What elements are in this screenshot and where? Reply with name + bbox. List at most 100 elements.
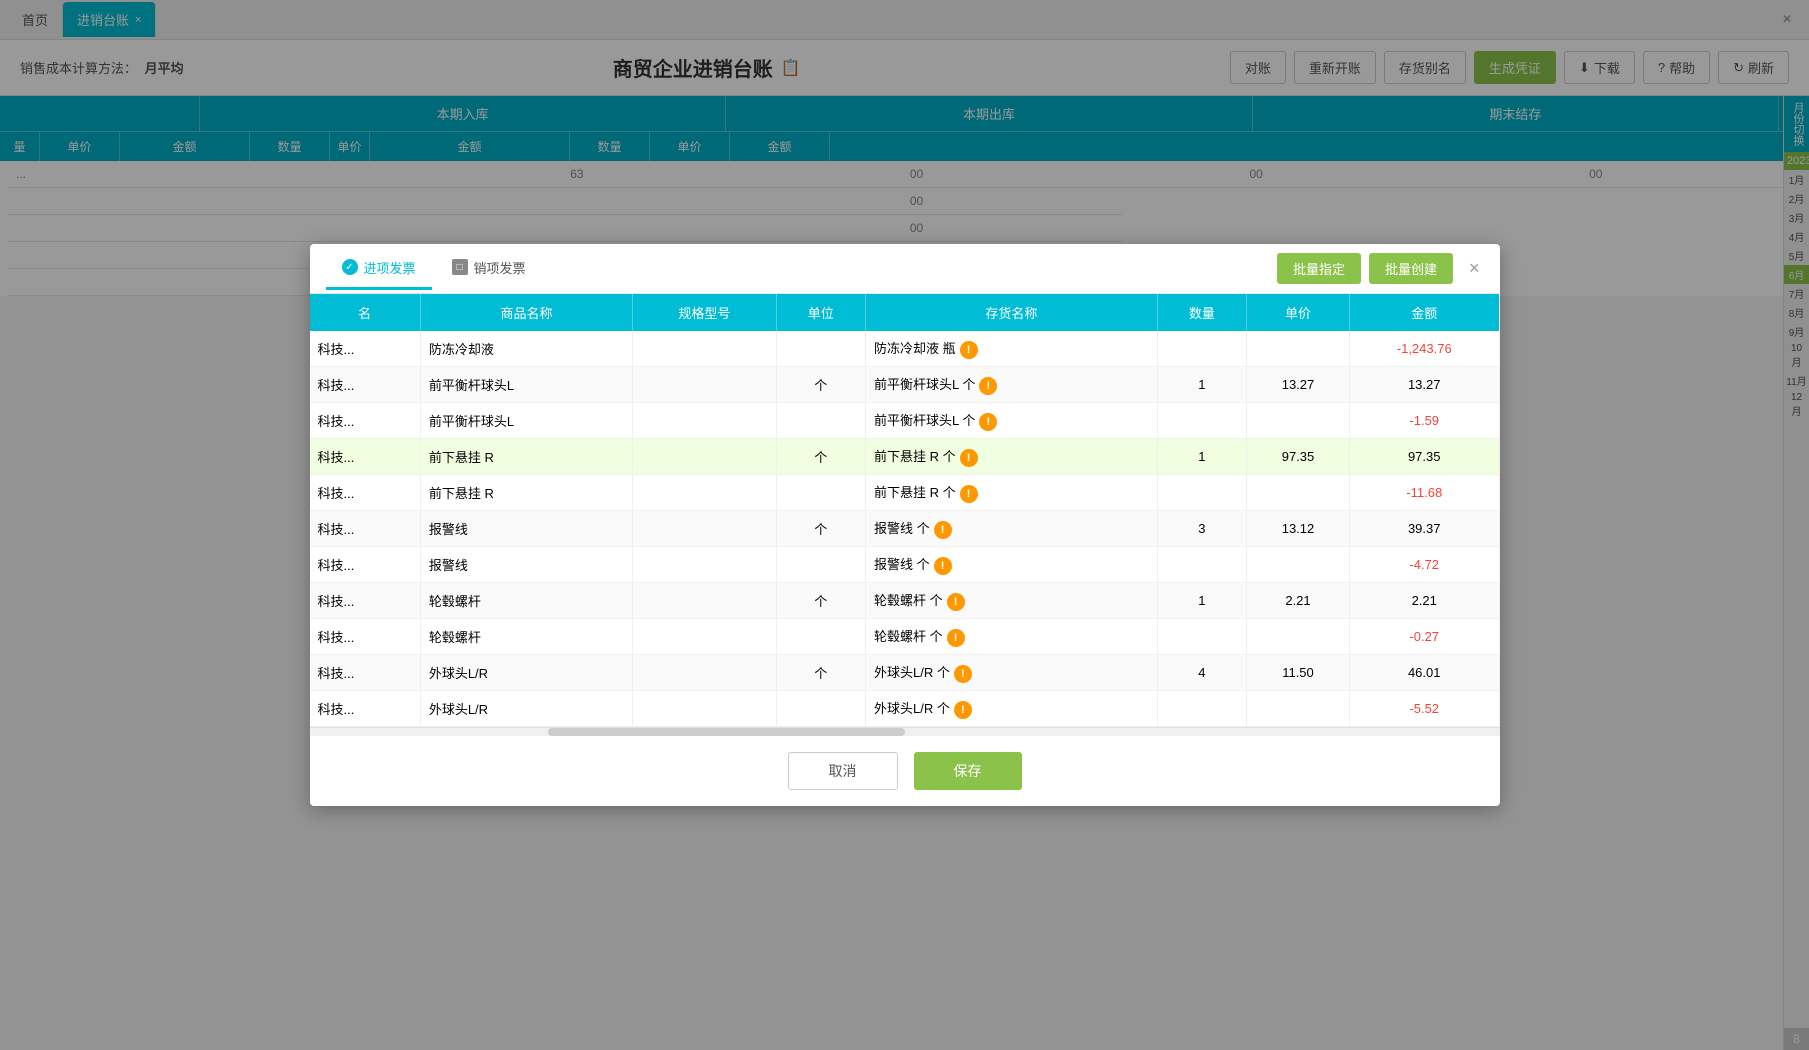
cell-unit bbox=[776, 403, 865, 439]
cell-product: 前下悬挂 R bbox=[420, 439, 632, 475]
cell-spec bbox=[633, 367, 776, 403]
cell-price bbox=[1247, 331, 1350, 367]
cell-unit bbox=[776, 547, 865, 583]
th-product: 商品名称 bbox=[420, 294, 632, 331]
table-row[interactable]: 科技... 前下悬挂 R 前下悬挂 R 个! -11.68 bbox=[310, 475, 1500, 511]
dialog-scrollbar[interactable] bbox=[310, 727, 1500, 735]
cell-product: 前平衡杆球头L bbox=[420, 403, 632, 439]
cell-qty bbox=[1157, 691, 1246, 727]
cell-inventory: 外球头L/R 个! bbox=[866, 655, 1158, 691]
cell-amount: -1,243.76 bbox=[1349, 331, 1499, 367]
cell-name: 科技... bbox=[310, 691, 421, 727]
cell-price: 11.50 bbox=[1247, 655, 1350, 691]
cell-price bbox=[1247, 547, 1350, 583]
dialog-tabs: ✓ 进项发票 □ 销项发票 bbox=[326, 248, 542, 290]
cell-inventory: 外球头L/R 个! bbox=[866, 691, 1158, 727]
cell-name: 科技... bbox=[310, 331, 421, 367]
cell-product: 外球头L/R bbox=[420, 655, 632, 691]
table-row[interactable]: 科技... 前平衡杆球头L 个 前平衡杆球头L 个! 1 13.27 13.27 bbox=[310, 367, 1500, 403]
cell-amount: -1.59 bbox=[1349, 403, 1499, 439]
cell-qty bbox=[1157, 475, 1246, 511]
cell-product: 轮毂螺杆 bbox=[420, 619, 632, 655]
batch-assign-button[interactable]: 批量指定 bbox=[1277, 253, 1361, 284]
cell-spec bbox=[633, 655, 776, 691]
cell-inventory: 防冻冷却液 瓶! bbox=[866, 331, 1158, 367]
table-row[interactable]: 科技... 外球头L/R 外球头L/R 个! -5.52 bbox=[310, 691, 1500, 727]
cell-name: 科技... bbox=[310, 367, 421, 403]
batch-create-button[interactable]: 批量创建 bbox=[1369, 253, 1453, 284]
cell-inventory: 前平衡杆球头L 个! bbox=[866, 367, 1158, 403]
cell-spec bbox=[633, 475, 776, 511]
table-row[interactable]: 科技... 前下悬挂 R 个 前下悬挂 R 个! 1 97.35 97.35 bbox=[310, 439, 1500, 475]
cell-product: 前平衡杆球头L bbox=[420, 367, 632, 403]
warn-icon: ! bbox=[947, 629, 965, 647]
cell-spec bbox=[633, 439, 776, 475]
cell-unit bbox=[776, 475, 865, 511]
cell-product: 报警线 bbox=[420, 547, 632, 583]
cell-inventory: 轮毂螺杆 个! bbox=[866, 619, 1158, 655]
save-button[interactable]: 保存 bbox=[914, 752, 1022, 790]
cell-unit bbox=[776, 691, 865, 727]
cell-amount: -11.68 bbox=[1349, 475, 1499, 511]
cell-price: 13.27 bbox=[1247, 367, 1350, 403]
table-row[interactable]: 科技... 前平衡杆球头L 前平衡杆球头L 个! -1.59 bbox=[310, 403, 1500, 439]
cell-spec bbox=[633, 511, 776, 547]
cell-amount: 97.35 bbox=[1349, 439, 1499, 475]
warn-icon: ! bbox=[954, 701, 972, 719]
cell-product: 轮毂螺杆 bbox=[420, 583, 632, 619]
cell-amount: -5.52 bbox=[1349, 691, 1499, 727]
warn-icon: ! bbox=[934, 557, 952, 575]
cell-qty bbox=[1157, 619, 1246, 655]
warn-icon: ! bbox=[979, 377, 997, 395]
warn-icon: ! bbox=[960, 449, 978, 467]
table-row[interactable]: 科技... 防冻冷却液 防冻冷却液 瓶! -1,243.76 bbox=[310, 331, 1500, 367]
cell-spec bbox=[633, 403, 776, 439]
cell-spec bbox=[633, 619, 776, 655]
cell-amount: 13.27 bbox=[1349, 367, 1499, 403]
cell-name: 科技... bbox=[310, 475, 421, 511]
jinxiang-tab-label: 进项发票 bbox=[364, 258, 416, 277]
dialog-header: ✓ 进项发票 □ 销项发票 批量指定 批量创建 × bbox=[310, 244, 1500, 294]
xiaoxiang-tab-label: 销项发票 bbox=[474, 258, 526, 277]
cell-name: 科技... bbox=[310, 439, 421, 475]
cell-price bbox=[1247, 403, 1350, 439]
dialog-close-button[interactable]: × bbox=[1465, 258, 1484, 279]
dialog-action-buttons: 批量指定 批量创建 bbox=[1277, 253, 1453, 284]
cell-qty bbox=[1157, 547, 1246, 583]
cell-product: 外球头L/R bbox=[420, 691, 632, 727]
table-row[interactable]: 科技... 报警线 报警线 个! -4.72 bbox=[310, 547, 1500, 583]
cell-unit: 个 bbox=[776, 655, 865, 691]
dialog-scroll-thumb[interactable] bbox=[548, 728, 905, 736]
table-row[interactable]: 科技... 报警线 个 报警线 个! 3 13.12 39.37 bbox=[310, 511, 1500, 547]
cancel-button[interactable]: 取消 bbox=[788, 752, 898, 790]
cell-unit bbox=[776, 331, 865, 367]
jinxiang-tab-icon: ✓ bbox=[342, 259, 358, 275]
cell-inventory: 前下悬挂 R 个! bbox=[866, 439, 1158, 475]
invoice-dialog: ✓ 进项发票 □ 销项发票 批量指定 批量创建 × 名 商品名称 bbox=[310, 244, 1500, 806]
tab-jinxiang[interactable]: ✓ 进项发票 bbox=[326, 248, 432, 290]
xiaoxiang-tab-icon: □ bbox=[452, 259, 468, 275]
th-name: 名 bbox=[310, 294, 421, 331]
table-row[interactable]: 科技... 轮毂螺杆 个 轮毂螺杆 个! 1 2.21 2.21 bbox=[310, 583, 1500, 619]
dialog-footer: 取消 保存 bbox=[310, 735, 1500, 806]
cell-unit bbox=[776, 619, 865, 655]
table-row[interactable]: 科技... 轮毂螺杆 轮毂螺杆 个! -0.27 bbox=[310, 619, 1500, 655]
cell-name: 科技... bbox=[310, 403, 421, 439]
cell-product: 前下悬挂 R bbox=[420, 475, 632, 511]
cell-name: 科技... bbox=[310, 547, 421, 583]
table-row[interactable]: 科技... 外球头L/R 个 外球头L/R 个! 4 11.50 46.01 bbox=[310, 655, 1500, 691]
cell-inventory: 报警线 个! bbox=[866, 511, 1158, 547]
cell-unit: 个 bbox=[776, 439, 865, 475]
warn-icon: ! bbox=[960, 341, 978, 359]
warn-icon: ! bbox=[947, 593, 965, 611]
cell-name: 科技... bbox=[310, 511, 421, 547]
cell-amount: -0.27 bbox=[1349, 619, 1499, 655]
cell-spec bbox=[633, 547, 776, 583]
cell-price bbox=[1247, 475, 1350, 511]
tab-xiaoxiang[interactable]: □ 销项发票 bbox=[436, 248, 542, 290]
warn-icon: ! bbox=[979, 413, 997, 431]
dialog-table-wrap[interactable]: 名 商品名称 规格型号 单位 存货名称 数量 单价 金额 科技... 防冻冷却液… bbox=[310, 294, 1500, 727]
warn-icon: ! bbox=[954, 665, 972, 683]
th-qty: 数量 bbox=[1157, 294, 1246, 331]
cell-inventory: 报警线 个! bbox=[866, 547, 1158, 583]
